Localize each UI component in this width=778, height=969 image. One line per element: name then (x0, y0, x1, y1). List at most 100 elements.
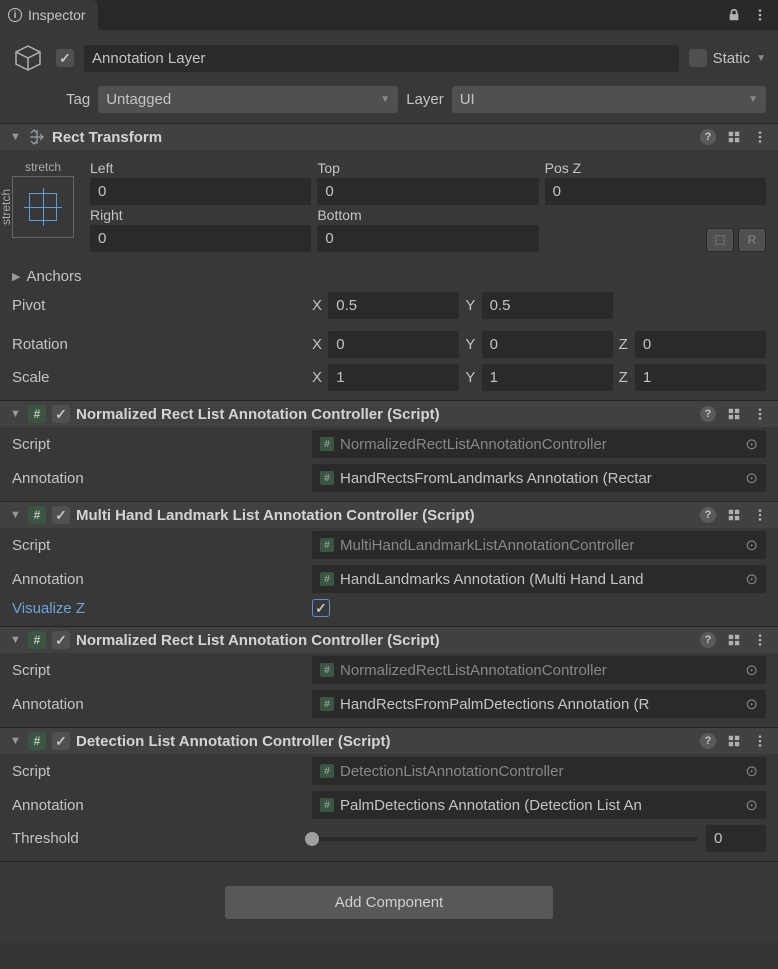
kebab-menu-icon[interactable] (752, 406, 768, 422)
pivot-x-input[interactable] (328, 292, 459, 319)
annotation-row: Annotation # HandRectsFromPalmDetections… (0, 687, 778, 721)
right-input[interactable] (90, 225, 311, 252)
bottom-label: Bottom (317, 207, 538, 223)
visualize-z-checkbox[interactable] (312, 599, 330, 617)
component-title: Normalized Rect List Annotation Controll… (76, 406, 694, 423)
chevron-down-icon: ▼ (380, 94, 390, 105)
static-checkbox[interactable] (689, 49, 707, 67)
add-component-button[interactable]: Add Component (225, 886, 553, 919)
object-picker-icon[interactable]: ⊙ (745, 762, 758, 780)
top-label: Top (317, 160, 538, 176)
anchor-preset-button[interactable] (12, 176, 74, 238)
script-value: DetectionListAnnotationController (340, 763, 563, 780)
kebab-menu-icon[interactable] (752, 7, 768, 23)
tag-label: Tag (66, 91, 90, 108)
x-label: X (312, 336, 324, 353)
enable-checkbox[interactable] (52, 631, 70, 649)
foldout-icon[interactable]: ▼ (10, 131, 22, 143)
scale-y-input[interactable] (482, 364, 613, 391)
kebab-menu-icon[interactable] (752, 507, 768, 523)
component-title: Multi Hand Landmark List Annotation Cont… (76, 507, 694, 524)
bottom-input[interactable] (317, 225, 538, 252)
rotation-label: Rotation (12, 336, 312, 353)
rotation-z-input[interactable] (635, 331, 766, 358)
foldout-icon[interactable]: ▼ (10, 408, 22, 420)
scale-x-input[interactable] (328, 364, 459, 391)
preset-icon[interactable] (726, 406, 742, 422)
help-icon[interactable]: ? (700, 733, 716, 749)
active-checkbox[interactable] (56, 49, 74, 67)
anchor-left-label: stretch (0, 189, 13, 225)
help-icon[interactable]: ? (700, 632, 716, 648)
posz-label: Pos Z (545, 160, 766, 176)
foldout-icon[interactable]: ▼ (10, 735, 22, 747)
tag-dropdown[interactable]: Untagged ▼ (98, 86, 398, 113)
posz-input[interactable] (545, 178, 766, 205)
lock-icon[interactable] (726, 7, 742, 23)
top-input[interactable] (317, 178, 538, 205)
rotation-x-input[interactable] (328, 331, 459, 358)
raw-edit-button[interactable]: R (738, 228, 766, 252)
annotation-field[interactable]: # PalmDetections Annotation (Detection L… (312, 791, 766, 819)
object-picker-icon[interactable]: ⊙ (745, 536, 758, 554)
script-row: Script # MultiHandLandmarkListAnnotation… (0, 528, 778, 562)
script-row: Script # NormalizedRectListAnnotationCon… (0, 653, 778, 687)
enable-checkbox[interactable] (52, 732, 70, 750)
rotation-y-input[interactable] (482, 331, 613, 358)
annotation-field[interactable]: # HandLandmarks Annotation (Multi Hand L… (312, 565, 766, 593)
enable-checkbox[interactable] (52, 506, 70, 524)
blueprint-mode-button[interactable] (706, 228, 734, 252)
help-icon[interactable]: ? (700, 507, 716, 523)
object-picker-icon[interactable]: ⊙ (745, 661, 758, 679)
slider-thumb[interactable] (305, 832, 319, 846)
help-icon[interactable]: ? (700, 406, 716, 422)
component-header-0[interactable]: ▼ # Normalized Rect List Annotation Cont… (0, 400, 778, 427)
preset-icon[interactable] (726, 632, 742, 648)
component-header-3[interactable]: ▼ # Detection List Annotation Controller… (0, 727, 778, 754)
threshold-slider[interactable] (312, 837, 698, 841)
help-icon[interactable]: ? (700, 129, 716, 145)
script-file-icon: # (320, 764, 334, 778)
component-header-2[interactable]: ▼ # Normalized Rect List Annotation Cont… (0, 626, 778, 653)
object-picker-icon[interactable]: ⊙ (745, 796, 758, 814)
annotation-label: Annotation (12, 470, 312, 487)
left-input[interactable] (90, 178, 311, 205)
gameobject-icon[interactable] (10, 40, 46, 76)
object-picker-icon[interactable]: ⊙ (745, 695, 758, 713)
script-label: Script (12, 436, 312, 453)
rect-transform-header[interactable]: ▼ Rect Transform ? (0, 123, 778, 150)
preset-icon[interactable] (726, 507, 742, 523)
kebab-menu-icon[interactable] (752, 129, 768, 145)
gameobject-name-input[interactable] (84, 45, 679, 72)
layer-value: UI (460, 91, 475, 108)
object-picker-icon[interactable]: ⊙ (745, 469, 758, 487)
static-label: Static (713, 50, 751, 67)
foldout-icon[interactable]: ▼ (10, 509, 22, 521)
script-file-icon: # (320, 471, 334, 485)
kebab-menu-icon[interactable] (752, 632, 768, 648)
enable-checkbox[interactable] (52, 405, 70, 423)
scale-label: Scale (12, 369, 312, 386)
scale-z-input[interactable] (635, 364, 766, 391)
add-component-wrap: Add Component (0, 861, 778, 943)
layer-dropdown[interactable]: UI ▼ (452, 86, 766, 113)
component-header-1[interactable]: ▼ # Multi Hand Landmark List Annotation … (0, 501, 778, 528)
object-picker-icon[interactable]: ⊙ (745, 435, 758, 453)
script-file-icon: # (320, 663, 334, 677)
y-label: Y (465, 369, 477, 386)
pivot-y-input[interactable] (482, 292, 613, 319)
foldout-icon[interactable]: ▼ (10, 634, 22, 646)
preset-icon[interactable] (726, 129, 742, 145)
annotation-field[interactable]: # HandRectsFromLandmarks Annotation (Rec… (312, 464, 766, 492)
preset-icon[interactable] (726, 733, 742, 749)
scale-row: Scale X Y Z (0, 361, 778, 394)
inspector-tab[interactable]: i Inspector (0, 0, 98, 30)
script-icon: # (28, 631, 46, 649)
script-icon: # (28, 405, 46, 423)
object-picker-icon[interactable]: ⊙ (745, 570, 758, 588)
threshold-input[interactable] (706, 825, 766, 852)
static-dropdown-caret[interactable]: ▼ (756, 53, 766, 64)
anchors-foldout[interactable]: ▶ Anchors (0, 264, 778, 289)
annotation-field[interactable]: # HandRectsFromPalmDetections Annotation… (312, 690, 766, 718)
kebab-menu-icon[interactable] (752, 733, 768, 749)
